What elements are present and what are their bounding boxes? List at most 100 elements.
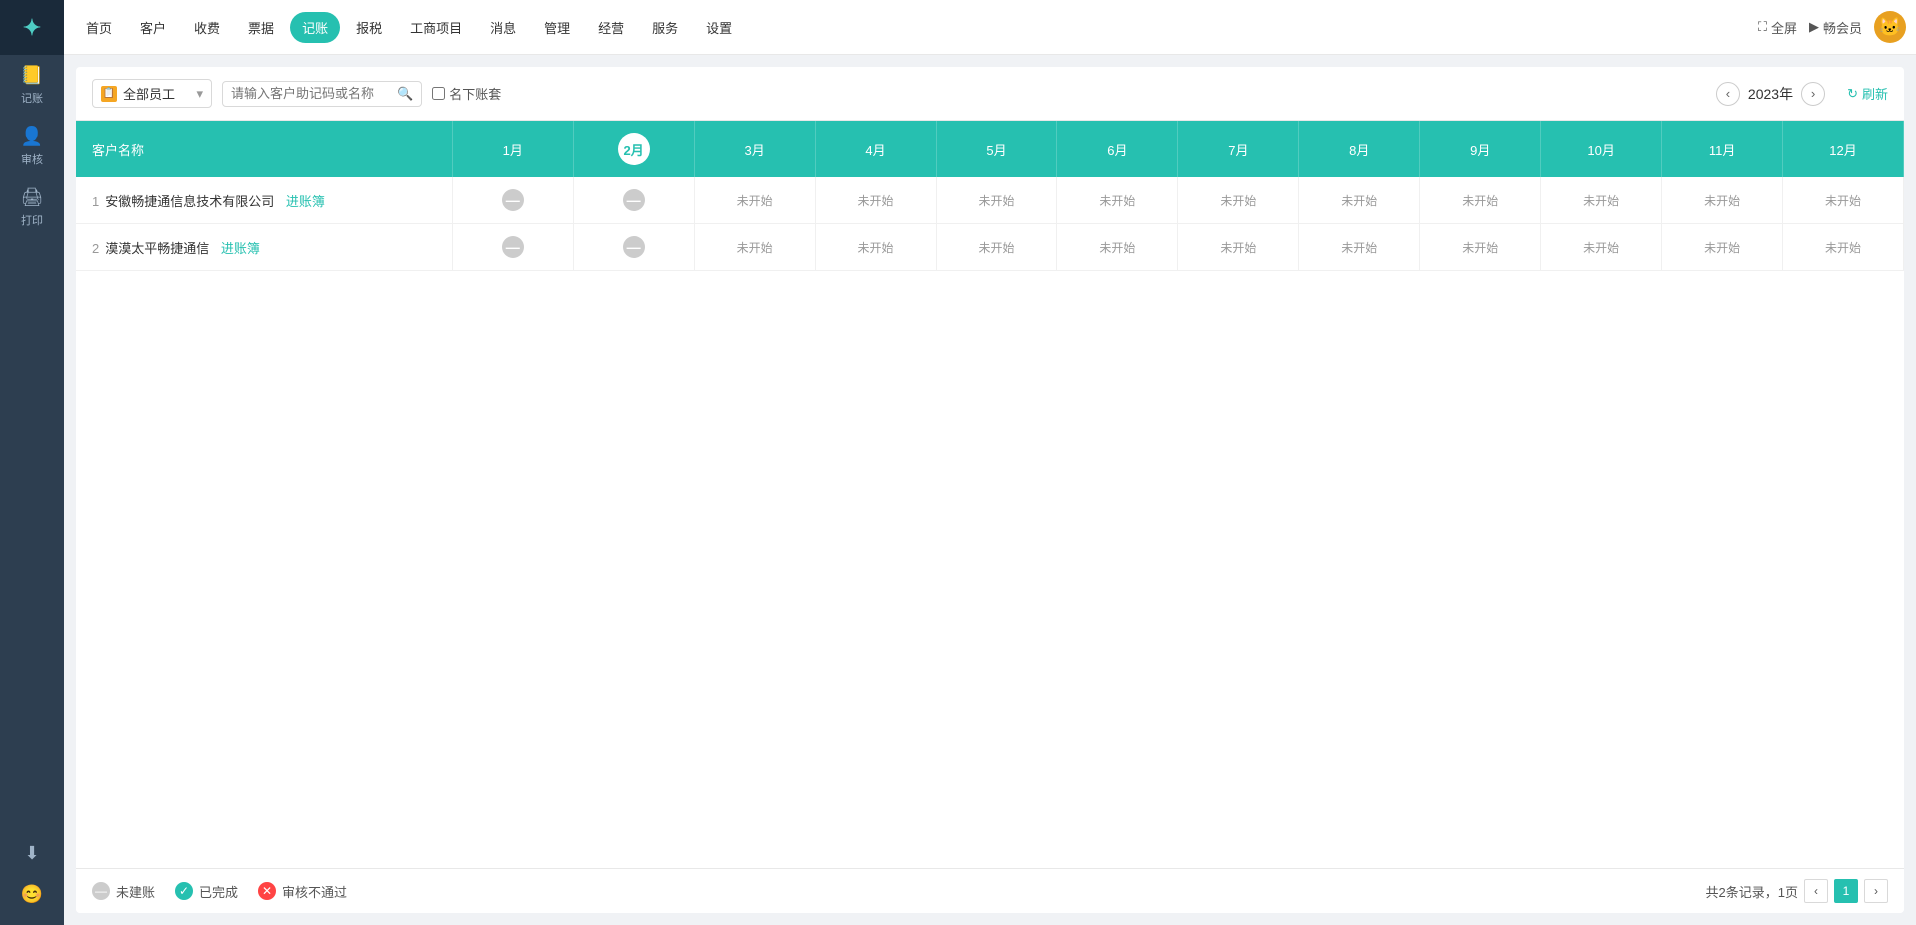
fullscreen-label: 全屏	[1771, 18, 1797, 37]
nav-invoice[interactable]: 票据	[236, 12, 286, 43]
month-cell-6: 未开始	[1057, 177, 1178, 224]
month-cell-12: 未开始	[1783, 224, 1904, 271]
sidebar-item-download[interactable]: ⬇	[0, 833, 64, 874]
next-year-button[interactable]: ›	[1801, 82, 1825, 106]
nav-bookkeeping[interactable]: 记账	[290, 12, 340, 43]
enter-ledger-link[interactable]: 进账簿	[221, 241, 260, 256]
month-cell-6: 未开始	[1057, 224, 1178, 271]
month-cell-10: 未开始	[1541, 177, 1662, 224]
month-cell-9: 未开始	[1420, 224, 1541, 271]
nav-client[interactable]: 客户	[128, 12, 178, 43]
vip-label: 畅会员	[1823, 18, 1862, 37]
client-name: 漠漠太平畅捷通信	[105, 241, 209, 256]
not-started-text: 未开始	[1462, 241, 1498, 255]
toolbar: 📋 全部员工 ▾ 🔍 名下账套 ‹ 2023年 ›	[76, 67, 1904, 121]
sidebar-bookkeeping-label: 记账	[21, 90, 43, 106]
month-cell-10: 未开始	[1541, 224, 1662, 271]
row-index: 2	[92, 241, 99, 256]
legend-completed: ✓ 已完成	[175, 882, 238, 901]
month-cell-1: —	[452, 177, 573, 224]
not-started-text: 未开始	[1583, 241, 1619, 255]
employee-filter-label: 全部员工	[123, 84, 175, 103]
logo: ✦	[0, 0, 64, 55]
refresh-label: 刷新	[1862, 84, 1888, 103]
month-cell-1: —	[452, 224, 573, 271]
total-records: 共2条记录，1页	[1706, 882, 1798, 901]
year-label: 2023年	[1748, 84, 1793, 104]
status-dash: —	[502, 236, 524, 258]
sidebar-print-label: 打印	[21, 212, 43, 228]
avatar[interactable]: 🐱	[1874, 11, 1906, 43]
nav-operation[interactable]: 经营	[586, 12, 636, 43]
bookkeeping-icon: 📒	[21, 65, 43, 86]
nav-management[interactable]: 管理	[532, 12, 582, 43]
page-1-button[interactable]: 1	[1834, 879, 1858, 903]
search-input[interactable]	[231, 86, 391, 101]
nav-home[interactable]: 首页	[74, 12, 124, 43]
download-icon: ⬇	[24, 843, 39, 864]
nav-billing[interactable]: 收费	[182, 12, 232, 43]
under-account-checkbox[interactable]	[432, 87, 445, 100]
sidebar-item-print[interactable]: 🖨 打印	[0, 177, 64, 238]
not-built-icon: —	[92, 882, 110, 900]
sidebar-item-support[interactable]: 😊	[0, 874, 64, 915]
employee-filter-badge: 📋	[101, 86, 117, 102]
col-header-aug: 8月	[1299, 121, 1420, 177]
not-started-text: 未开始	[1099, 194, 1135, 208]
prev-page-button[interactable]: ‹	[1804, 879, 1828, 903]
col-header-dec: 12月	[1783, 121, 1904, 177]
not-started-text: 未开始	[1704, 194, 1740, 208]
not-started-text: 未开始	[978, 241, 1014, 255]
refresh-button[interactable]: ↻ 刷新	[1847, 84, 1888, 103]
col-header-jun: 6月	[1057, 121, 1178, 177]
search-icon[interactable]: 🔍	[397, 86, 413, 102]
nav-tax[interactable]: 报税	[344, 12, 394, 43]
vip-button[interactable]: ▶ 畅会员	[1809, 18, 1862, 37]
employee-filter[interactable]: 📋 全部员工 ▾	[92, 79, 212, 108]
topnav: 首页 客户 收费 票据 记账 报税 工商项目 消息 管理 经营 服务 设置 ⛶ …	[64, 0, 1916, 55]
sidebar: ✦ 📒 记账 👤 审核 🖨 打印 ⬇ 😊	[0, 0, 64, 925]
enter-ledger-link[interactable]: 进账簿	[286, 194, 325, 209]
status-dash: —	[502, 189, 524, 211]
prev-year-button[interactable]: ‹	[1716, 82, 1740, 106]
not-started-text: 未开始	[1825, 241, 1861, 255]
next-page-button[interactable]: ›	[1864, 879, 1888, 903]
audit-icon: 👤	[21, 126, 43, 147]
col-header-sep: 9月	[1420, 121, 1541, 177]
nav-service[interactable]: 服务	[640, 12, 690, 43]
nav-message[interactable]: 消息	[478, 12, 528, 43]
fullscreen-button[interactable]: ⛶ 全屏	[1758, 18, 1797, 37]
main-card: 📋 全部员工 ▾ 🔍 名下账套 ‹ 2023年 ›	[76, 67, 1904, 913]
not-started-text: 未开始	[1341, 241, 1377, 255]
not-started-text: 未开始	[1583, 194, 1619, 208]
active-month-badge: 2月	[618, 133, 650, 165]
footer: — 未建账 ✓ 已完成 ✕ 审核不通过 共2条记录，1页 ‹ 1 ›	[76, 868, 1904, 913]
col-header-feb: 2月	[573, 121, 694, 177]
not-started-text: 未开始	[1462, 194, 1498, 208]
fullscreen-icon: ⛶	[1758, 19, 1767, 35]
not-started-text: 未开始	[1099, 241, 1135, 255]
month-cell-12: 未开始	[1783, 177, 1904, 224]
sidebar-item-audit[interactable]: 👤 审核	[0, 116, 64, 177]
nav-business[interactable]: 工商项目	[398, 12, 474, 43]
year-nav: ‹ 2023年 ›	[1716, 82, 1825, 106]
status-dash: —	[623, 189, 645, 211]
topnav-right: ⛶ 全屏 ▶ 畅会员 🐱	[1758, 11, 1906, 43]
rejected-icon: ✕	[258, 882, 276, 900]
main-container: 首页 客户 收费 票据 记账 报税 工商项目 消息 管理 经营 服务 设置 ⛶ …	[64, 0, 1916, 925]
legend-rejected: ✕ 审核不通过	[258, 882, 347, 901]
checkbox-text: 名下账套	[449, 84, 501, 103]
month-cell-2: —	[573, 177, 694, 224]
not-started-text: 未开始	[858, 194, 894, 208]
sidebar-item-bookkeeping[interactable]: 📒 记账	[0, 55, 64, 116]
not-started-text: 未开始	[1220, 241, 1256, 255]
col-header-client: 客户名称	[76, 121, 452, 177]
nav-settings[interactable]: 设置	[694, 12, 744, 43]
checkbox-label[interactable]: 名下账套	[432, 84, 501, 103]
print-icon: 🖨	[21, 187, 44, 208]
not-started-text: 未开始	[1341, 194, 1377, 208]
not-built-label: 未建账	[116, 882, 155, 901]
not-started-text: 未开始	[978, 194, 1014, 208]
sidebar-audit-label: 审核	[21, 151, 43, 167]
pagination: 共2条记录，1页 ‹ 1 ›	[1706, 879, 1888, 903]
